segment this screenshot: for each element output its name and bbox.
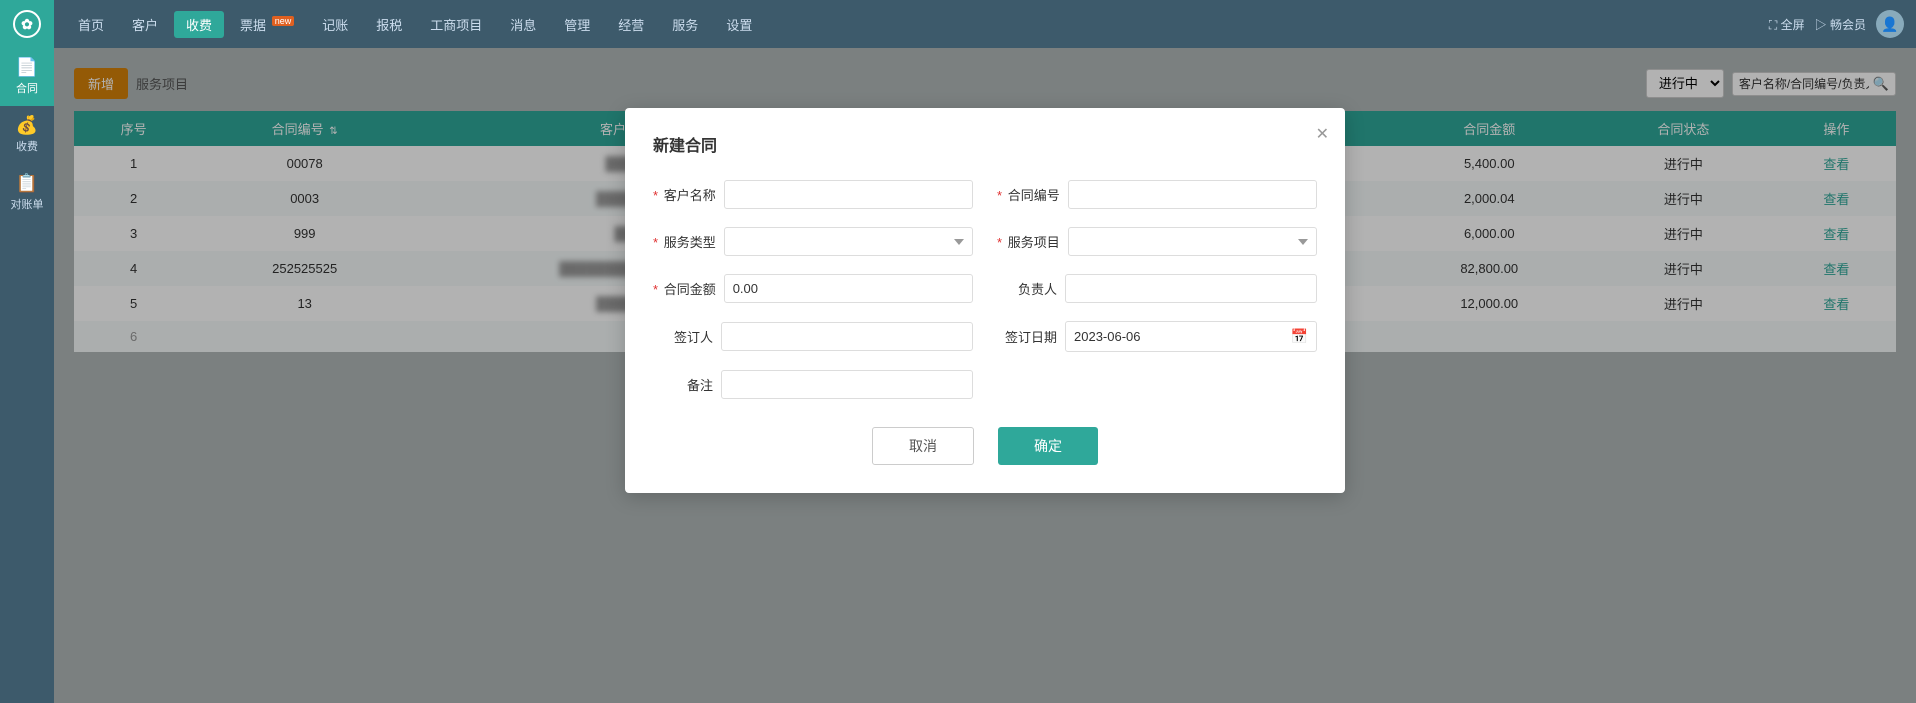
nav-ticket[interactable]: 票据 new bbox=[228, 11, 306, 38]
member-button[interactable]: ▷ 畅会员 bbox=[1815, 16, 1866, 33]
contract-amount-label: * 合同金额 bbox=[653, 279, 716, 298]
new-badge: new bbox=[272, 16, 295, 26]
nav-manage[interactable]: 管理 bbox=[552, 11, 602, 38]
modal-overlay: ✕ 新建合同 * 客户名称 * 合同编号 bbox=[54, 48, 1916, 703]
sign-date-wrap: 📅 bbox=[1065, 321, 1317, 352]
reconcile-icon: 📋 bbox=[16, 174, 38, 192]
form-row-1: * 客户名称 * 合同编号 bbox=[653, 180, 1317, 209]
field-sign-date: 签订日期 📅 bbox=[997, 321, 1317, 352]
nav-business[interactable]: 工商项目 bbox=[418, 11, 494, 38]
nav-invoice[interactable]: 收费 bbox=[174, 11, 224, 38]
confirm-button[interactable]: 确定 bbox=[998, 427, 1098, 465]
signer-label: 签订人 bbox=[653, 327, 713, 346]
nav-operation[interactable]: 经营 bbox=[606, 11, 656, 38]
form-row-2: * 服务类型 * 服务项目 bbox=[653, 227, 1317, 256]
main-area: 首页 客户 收费 票据 new 记账 报税 工商项目 消息 管理 经营 服务 设… bbox=[54, 0, 1916, 703]
sidebar-item-reconcile-label: 对账单 bbox=[11, 196, 44, 212]
sidebar-item-reconcile[interactable]: 📋 对账单 bbox=[0, 164, 54, 222]
field-remark: 备注 bbox=[653, 370, 973, 399]
sidebar-item-income-label: 收费 bbox=[16, 138, 38, 154]
sidebar-item-contract[interactable]: 📄 合同 bbox=[0, 48, 54, 106]
contract-no-input[interactable] bbox=[1068, 180, 1317, 209]
cancel-button[interactable]: 取消 bbox=[872, 427, 974, 465]
service-item-label: * 服务项目 bbox=[997, 232, 1060, 251]
app-logo[interactable]: ✿ bbox=[0, 0, 54, 48]
nav-message[interactable]: 消息 bbox=[498, 11, 548, 38]
field-service-type: * 服务类型 bbox=[653, 227, 973, 256]
contract-no-label: * 合同编号 bbox=[997, 185, 1060, 204]
field-responsible: 负责人 bbox=[997, 274, 1317, 303]
sidebar: ✿ 📄 合同 💰 收费 📋 对账单 bbox=[0, 0, 54, 703]
form-row-4: 签订人 签订日期 📅 bbox=[653, 321, 1317, 352]
service-item-select[interactable] bbox=[1068, 227, 1317, 256]
signer-input[interactable] bbox=[721, 322, 973, 351]
responsible-input[interactable] bbox=[1065, 274, 1317, 303]
remark-label: 备注 bbox=[653, 375, 713, 394]
customer-name-input[interactable] bbox=[724, 180, 973, 209]
contract-amount-input[interactable] bbox=[724, 274, 973, 303]
field-customer-name: * 客户名称 bbox=[653, 180, 973, 209]
modal-close-button[interactable]: ✕ bbox=[1316, 124, 1329, 144]
sidebar-item-income[interactable]: 💰 收费 bbox=[0, 106, 54, 164]
topnav: 首页 客户 收费 票据 new 记账 报税 工商项目 消息 管理 经营 服务 设… bbox=[54, 0, 1916, 48]
nav-customer[interactable]: 客户 bbox=[120, 11, 170, 38]
contract-icon: 📄 bbox=[16, 58, 38, 76]
nav-service[interactable]: 服务 bbox=[660, 11, 710, 38]
service-type-select[interactable] bbox=[724, 227, 973, 256]
new-contract-modal: ✕ 新建合同 * 客户名称 * 合同编号 bbox=[625, 108, 1345, 493]
sign-date-input[interactable] bbox=[1066, 323, 1283, 350]
nav-tax[interactable]: 报税 bbox=[364, 11, 414, 38]
field-signer: 签订人 bbox=[653, 322, 973, 351]
calendar-icon[interactable]: 📅 bbox=[1283, 322, 1316, 351]
nav-record[interactable]: 记账 bbox=[310, 11, 360, 38]
form-row-5: 备注 bbox=[653, 370, 1317, 399]
field-contract-amount: * 合同金额 bbox=[653, 274, 973, 303]
remark-input[interactable] bbox=[721, 370, 973, 399]
modal-footer: 取消 确定 bbox=[653, 427, 1317, 465]
nav-settings[interactable]: 设置 bbox=[714, 11, 764, 38]
nav-home[interactable]: 首页 bbox=[66, 11, 116, 38]
modal-title: 新建合同 bbox=[653, 132, 1317, 156]
sign-date-label: 签订日期 bbox=[997, 327, 1057, 346]
customer-name-label: * 客户名称 bbox=[653, 185, 716, 204]
service-type-label: * 服务类型 bbox=[653, 232, 716, 251]
avatar[interactable]: 👤 bbox=[1876, 10, 1904, 38]
fullscreen-button[interactable]: ⛶ 全屏 bbox=[1769, 16, 1805, 33]
field-service-item: * 服务项目 bbox=[997, 227, 1317, 256]
responsible-label: 负责人 bbox=[997, 279, 1057, 298]
sidebar-item-contract-label: 合同 bbox=[16, 80, 38, 96]
income-icon: 💰 bbox=[16, 116, 38, 134]
form-row-3: * 合同金额 负责人 bbox=[653, 274, 1317, 303]
field-contract-no: * 合同编号 bbox=[997, 180, 1317, 209]
logo-icon: ✿ bbox=[13, 10, 41, 38]
content-area: 新增 服务项目 进行中 已完成 已终止 🔍 序号 合同编号 ⇅ 客户名称 ⇅ 服… bbox=[54, 48, 1916, 703]
topnav-right: ⛶ 全屏 ▷ 畅会员 👤 bbox=[1769, 10, 1904, 38]
